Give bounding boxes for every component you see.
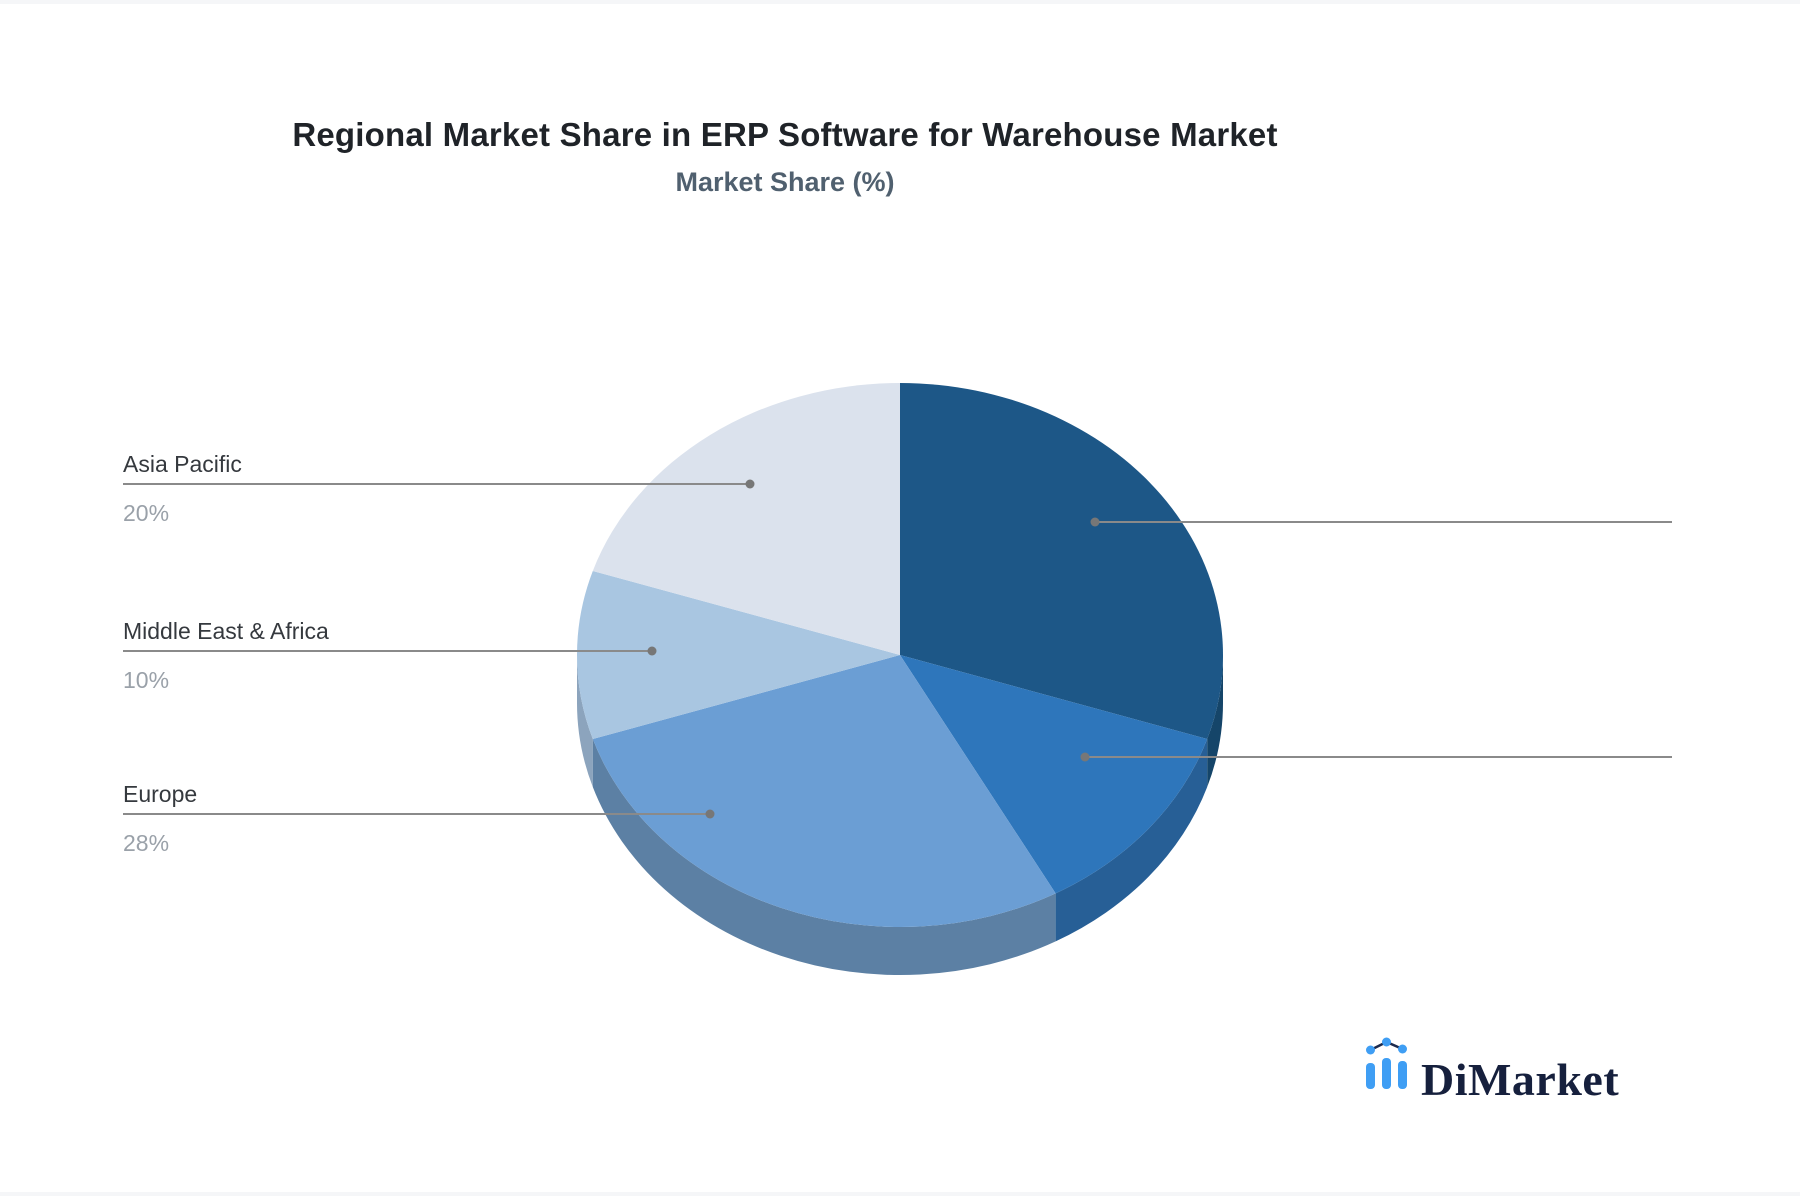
leader-dot [647,646,657,656]
logo-dot-1 [1366,1045,1375,1055]
slice-name: Asia Pacific [123,451,242,477]
logo-bar-2 [1382,1058,1391,1089]
leader-dot [1090,517,1100,527]
chart-canvas: Regional Market Share in ERP Software fo… [0,0,1800,1196]
leader-dot [1080,752,1090,762]
slice-percent: 20% [123,500,170,526]
leader-dot [705,809,715,819]
slice-name: Middle East & Africa [123,618,329,644]
logo-text: DiMarket [1421,1054,1620,1105]
slice-percent: 10% [123,667,170,693]
logo-bar-1 [1366,1063,1375,1089]
chart-title: Regional Market Share in ERP Software fo… [292,116,1278,153]
logo-dot-2 [1382,1037,1391,1047]
logo-dot-3 [1398,1044,1407,1054]
slice-name: Europe [123,781,198,807]
chart-subtitle: Market Share (%) [675,167,895,197]
slice-percent: 28% [123,830,170,856]
leader-dot [745,479,755,489]
logo-bar-3 [1398,1061,1407,1089]
